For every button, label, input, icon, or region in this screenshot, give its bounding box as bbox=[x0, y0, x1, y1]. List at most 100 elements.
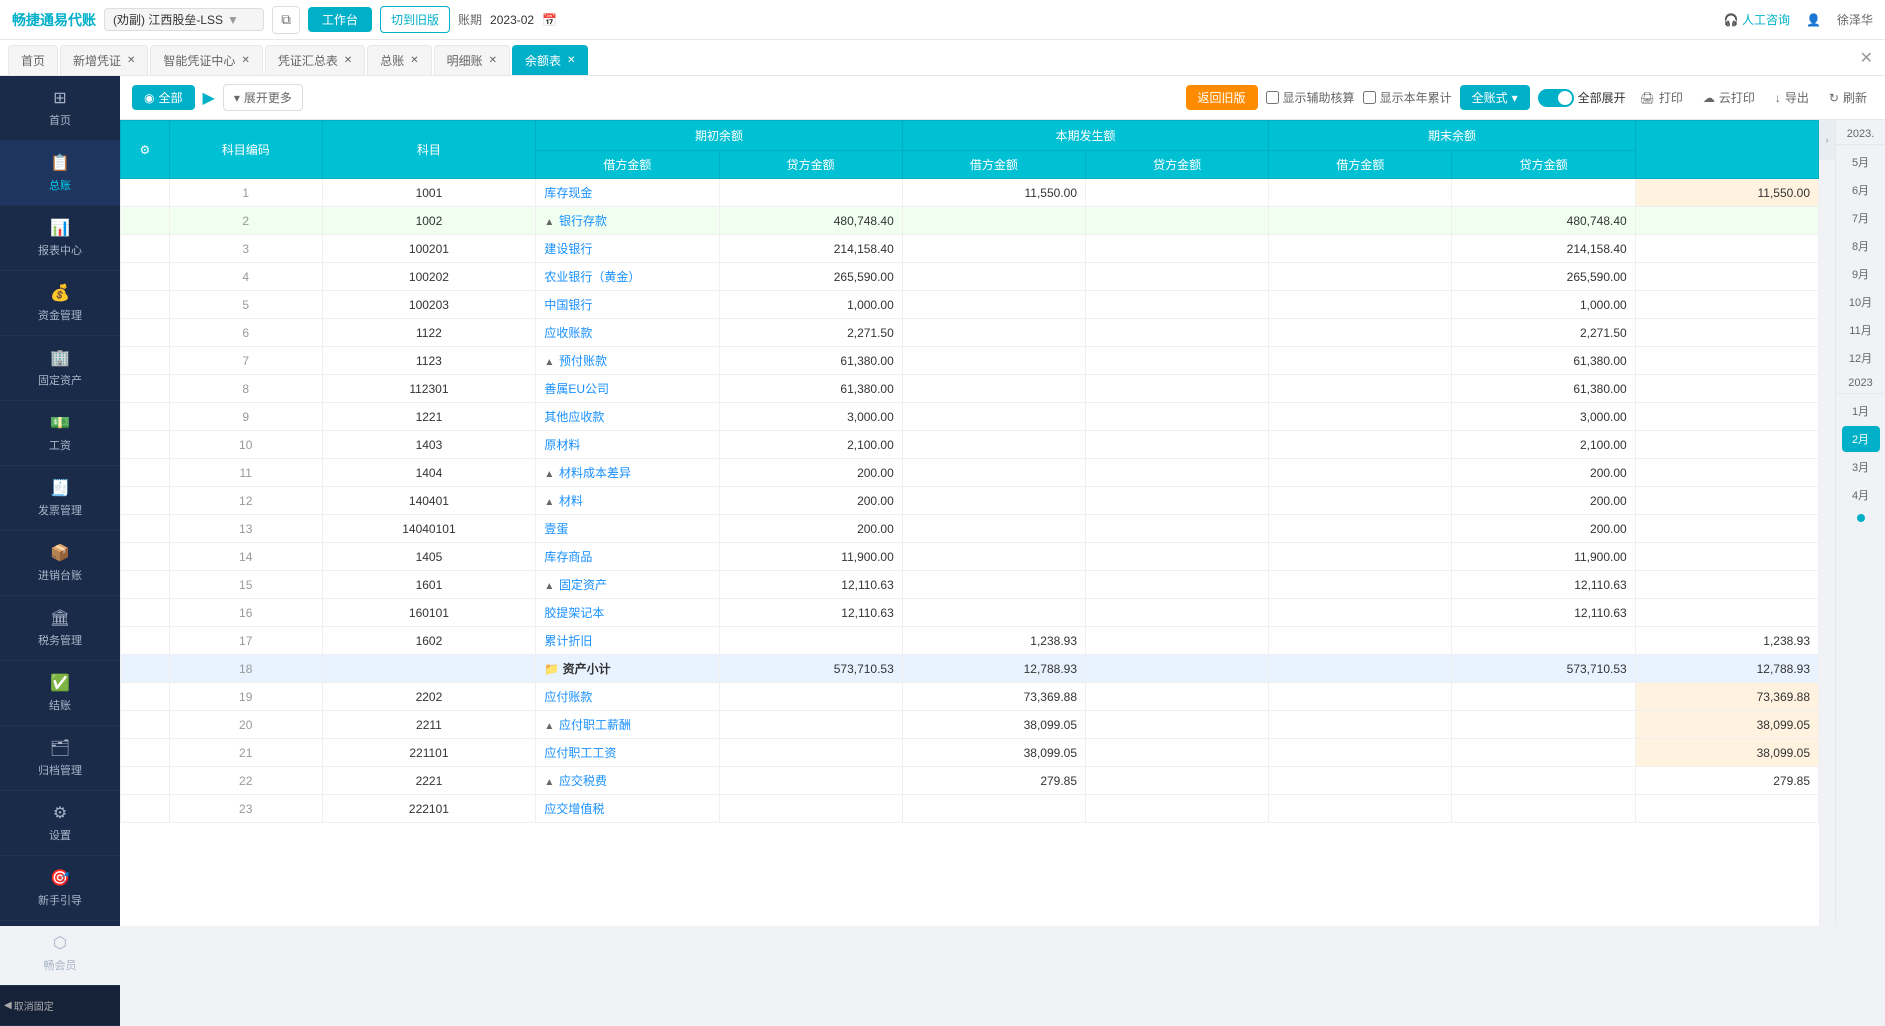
tab-balance-table[interactable]: 余额表 ✕ bbox=[512, 45, 588, 75]
copy-button[interactable]: ⧉ bbox=[272, 6, 300, 34]
tab-general-ledger-close[interactable]: ✕ bbox=[410, 55, 418, 66]
row-name[interactable]: 库存商品 bbox=[536, 543, 719, 571]
all-button[interactable]: ◉ 全部 bbox=[132, 85, 195, 110]
nav-arrow-icon[interactable]: ▶ bbox=[203, 88, 215, 108]
account-name-link[interactable]: 累计折旧 bbox=[544, 634, 592, 648]
return-old-button[interactable]: 返回旧版 bbox=[1186, 85, 1258, 110]
account-name-link[interactable]: 材料 bbox=[559, 494, 583, 508]
expand-button[interactable]: ▾ 展开更多 bbox=[223, 84, 303, 111]
tab-home[interactable]: 首页 bbox=[8, 45, 58, 75]
month-btn-4[interactable]: 4月 bbox=[1842, 482, 1880, 508]
fullmode-button[interactable]: 全账式 ▾ bbox=[1460, 85, 1530, 110]
month-btn-3[interactable]: 3月 bbox=[1842, 454, 1880, 480]
row-name[interactable]: 胶提架记本 bbox=[536, 599, 719, 627]
account-name-link[interactable]: 预付账款 bbox=[559, 354, 607, 368]
account-name-link[interactable]: 材料成本差异 bbox=[559, 466, 631, 480]
month-btn-1[interactable]: 1月 bbox=[1842, 398, 1880, 424]
tab-close-all[interactable]: ✕ bbox=[1848, 48, 1885, 68]
right-panel-expand-arrow[interactable]: › bbox=[1819, 120, 1835, 160]
row-name[interactable]: ▲ 固定资产 bbox=[536, 571, 719, 599]
month-btn-12[interactable]: 12月 bbox=[1842, 345, 1880, 371]
row-name[interactable]: ▲ 材料成本差异 bbox=[536, 459, 719, 487]
tab-detail-ledger-close[interactable]: ✕ bbox=[489, 55, 497, 66]
row-name[interactable]: 其他应收款 bbox=[536, 403, 719, 431]
sidebar-item-member[interactable]: ⬡ 畅会员 bbox=[0, 921, 120, 986]
consult-label[interactable]: 🎧 人工咨询 bbox=[1724, 11, 1790, 28]
row-name[interactable]: 建设银行 bbox=[536, 235, 719, 263]
row-name[interactable]: 累计折旧 bbox=[536, 627, 719, 655]
refresh-button[interactable]: ↻ 刷新 bbox=[1823, 85, 1873, 110]
account-name-link[interactable]: 应交税费 bbox=[559, 774, 607, 788]
yearly-checkbox[interactable] bbox=[1363, 91, 1376, 104]
toggle-switch[interactable] bbox=[1538, 89, 1574, 107]
account-name-link[interactable]: 中国银行 bbox=[544, 298, 592, 312]
month-btn-7[interactable]: 7月 bbox=[1842, 205, 1880, 231]
sidebar-item-archive[interactable]: 🗂 归档管理 bbox=[0, 726, 120, 791]
cloud-print-button[interactable]: ☁ 云打印 bbox=[1697, 85, 1761, 110]
tab-voucher-summary-close[interactable]: ✕ bbox=[344, 55, 352, 66]
workbench-button[interactable]: 工作台 bbox=[308, 7, 372, 32]
account-name-link[interactable]: 善属EU公司 bbox=[544, 382, 609, 396]
account-name-link[interactable]: 应付职工薪酬 bbox=[559, 718, 631, 732]
row-name[interactable]: 善属EU公司 bbox=[536, 375, 719, 403]
sidebar-item-fixed-assets[interactable]: 🏢 固定资产 bbox=[0, 336, 120, 401]
account-name-link[interactable]: 应交增值税 bbox=[544, 802, 604, 816]
row-name[interactable]: 应交增值税 bbox=[536, 795, 719, 823]
row-name[interactable]: 库存现金 bbox=[536, 179, 719, 207]
tab-new-voucher-close[interactable]: ✕ bbox=[127, 55, 135, 66]
expand-all-toggle[interactable]: 全部展开 bbox=[1538, 89, 1626, 107]
print-button[interactable]: 🖨 打印 bbox=[1634, 85, 1689, 110]
tab-new-voucher[interactable]: 新增凭证 ✕ bbox=[60, 45, 148, 75]
month-btn-5[interactable]: 5月 bbox=[1842, 149, 1880, 175]
account-name-link[interactable]: 固定资产 bbox=[559, 578, 607, 592]
sidebar-item-tax[interactable]: 🏛 税务管理 bbox=[0, 596, 120, 661]
account-name-link[interactable]: 胶提架记本 bbox=[544, 606, 604, 620]
yearly-checkbox-label[interactable]: 显示本年累计 bbox=[1363, 89, 1452, 106]
tab-balance-table-close[interactable]: ✕ bbox=[567, 55, 575, 66]
sidebar-item-purchase[interactable]: 📦 进销台账 bbox=[0, 531, 120, 596]
tab-smart-voucher-close[interactable]: ✕ bbox=[241, 55, 249, 66]
sidebar-item-invoice[interactable]: 🧾 发票管理 bbox=[0, 466, 120, 531]
account-name-link[interactable]: 库存现金 bbox=[544, 186, 592, 200]
row-name[interactable]: 应收账款 bbox=[536, 319, 719, 347]
export-button[interactable]: ↓ 导出 bbox=[1769, 85, 1815, 110]
month-btn-9[interactable]: 9月 bbox=[1842, 261, 1880, 287]
calendar-icon[interactable]: 📅 bbox=[542, 13, 557, 27]
account-name-link[interactable]: 壹蛋 bbox=[544, 522, 568, 536]
row-name[interactable]: 应付账款 bbox=[536, 683, 719, 711]
row-name[interactable]: 原材料 bbox=[536, 431, 719, 459]
month-btn-11[interactable]: 11月 bbox=[1842, 317, 1880, 343]
account-name-link[interactable]: 建设银行 bbox=[544, 242, 592, 256]
row-name[interactable]: ▲ 应付职工薪酬 bbox=[536, 711, 719, 739]
row-name[interactable]: ▲ 材料 bbox=[536, 487, 719, 515]
sidebar-item-general-ledger[interactable]: 📋 总账 bbox=[0, 141, 120, 206]
account-name-link[interactable]: 应收账款 bbox=[544, 326, 592, 340]
account-name-link[interactable]: 应付职工工资 bbox=[544, 746, 616, 760]
tab-smart-voucher[interactable]: 智能凭证中心 ✕ bbox=[150, 45, 262, 75]
tab-general-ledger[interactable]: 总账 ✕ bbox=[367, 45, 431, 75]
account-name-link[interactable]: 库存商品 bbox=[544, 550, 592, 564]
sidebar-item-report[interactable]: 📊 报表中心 bbox=[0, 206, 120, 271]
account-name-link[interactable]: 银行存款 bbox=[559, 214, 607, 228]
account-name-link[interactable]: 其他应收款 bbox=[544, 410, 604, 424]
row-name[interactable]: 应付职工工资 bbox=[536, 739, 719, 767]
sidebar-item-fund[interactable]: 💰 资金管理 bbox=[0, 271, 120, 336]
sidebar-item-home[interactable]: ⊞ 首页 bbox=[0, 76, 120, 141]
row-name[interactable]: 农业银行（黄金） bbox=[536, 263, 719, 291]
tab-detail-ledger[interactable]: 明细账 ✕ bbox=[434, 45, 510, 75]
sidebar-item-settings[interactable]: ⚙ 设置 bbox=[0, 791, 120, 856]
sidebar-item-guide[interactable]: 🎯 新手引导 bbox=[0, 856, 120, 921]
row-name[interactable]: ▲ 应交税费 bbox=[536, 767, 719, 795]
account-name-link[interactable]: 农业银行（黄金） bbox=[544, 270, 640, 284]
sidebar-item-payroll[interactable]: 💵 工资 bbox=[0, 401, 120, 466]
company-selector[interactable]: (劝副) 江西股垒-LSS ▼ bbox=[104, 8, 264, 31]
month-btn-6[interactable]: 6月 bbox=[1842, 177, 1880, 203]
sidebar-unpin[interactable]: ◀ 取消固定 bbox=[0, 986, 120, 1026]
month-btn-10[interactable]: 10月 bbox=[1842, 289, 1880, 315]
month-btn-2-active[interactable]: 2月 bbox=[1842, 426, 1880, 452]
row-name[interactable]: 壹蛋 bbox=[536, 515, 719, 543]
auxiliary-checkbox-label[interactable]: 显示辅助核算 bbox=[1266, 89, 1355, 106]
row-name[interactable]: ▲ 银行存款 bbox=[536, 207, 719, 235]
switch-version-button[interactable]: 切到旧版 bbox=[380, 6, 450, 33]
account-name-link[interactable]: 应付账款 bbox=[544, 690, 592, 704]
